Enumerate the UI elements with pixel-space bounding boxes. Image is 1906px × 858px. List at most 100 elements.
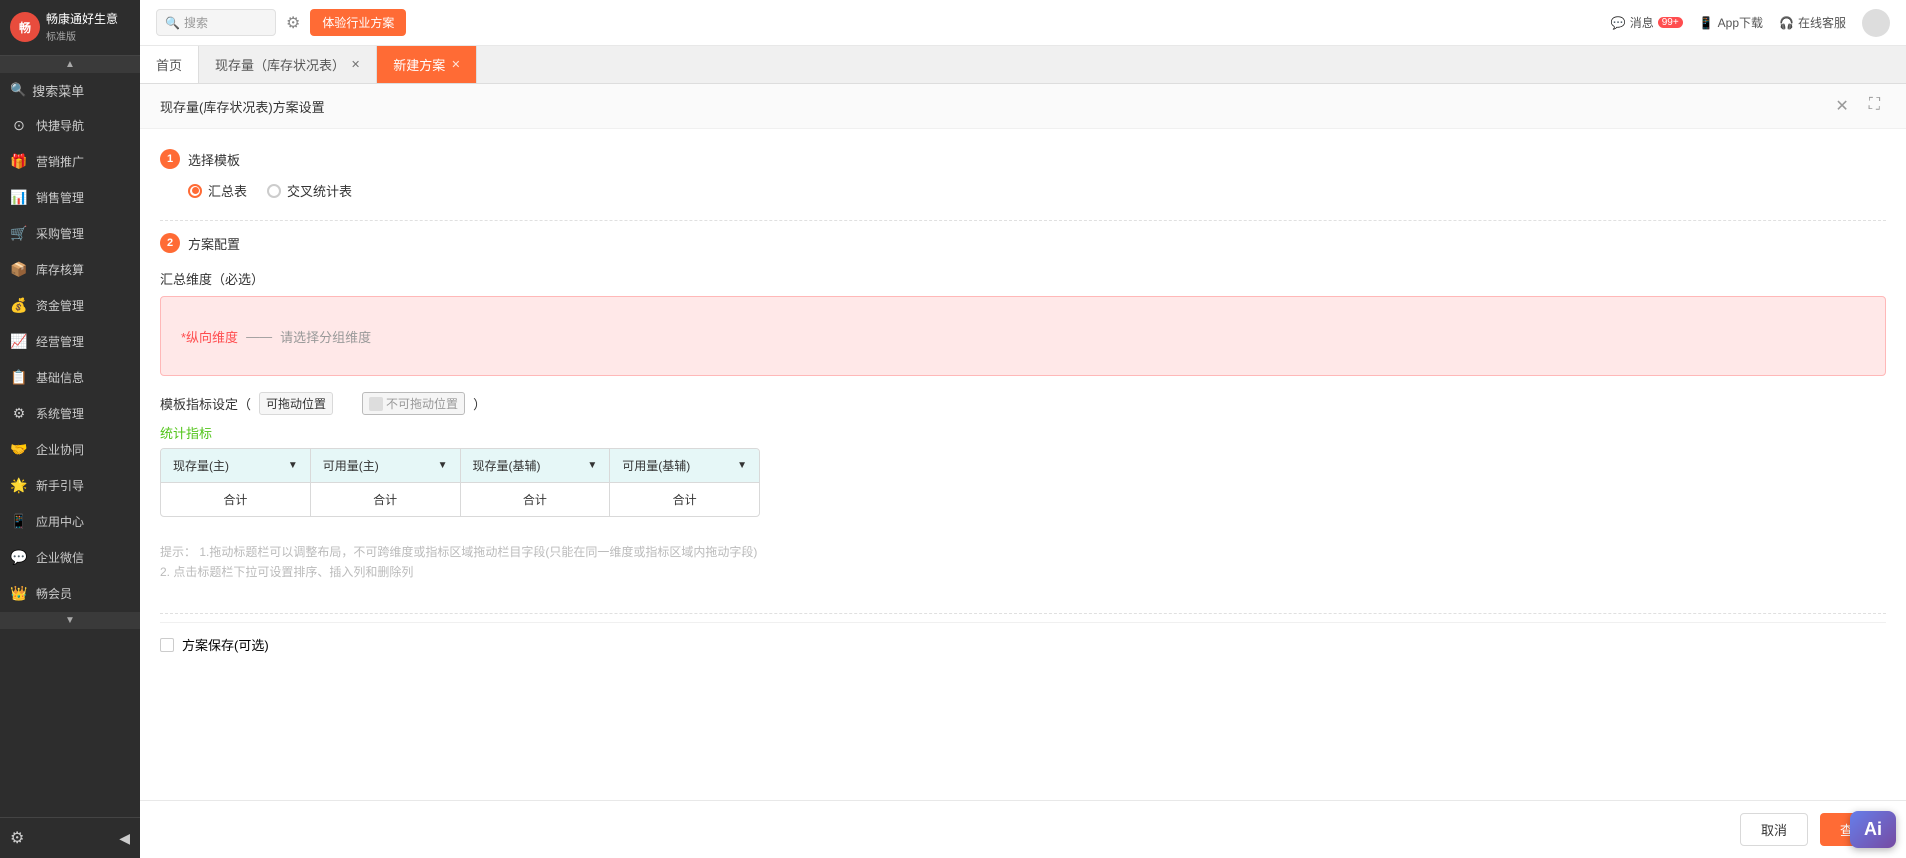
radio-cross[interactable]: 交叉统计表 (267, 181, 352, 200)
sidebar-item-wechat[interactable]: 💬 企业微信 (0, 540, 140, 576)
sidebar-item-label: 基础信息 (36, 369, 84, 386)
app-download-item[interactable]: 📱 App下载 (1699, 14, 1763, 31)
messages-item[interactable]: 💬 消息 99+ (1611, 14, 1683, 31)
sidebar-search-label: 搜索菜单 (32, 81, 84, 100)
non-draggable-label: 不可拖动位置 (386, 395, 458, 412)
sidebar-item-app-center[interactable]: 📱 应用中心 (0, 504, 140, 540)
sidebar-item-member[interactable]: 👑 畅会员 (0, 576, 140, 612)
stats-cell-3: 合计 (610, 483, 759, 516)
sidebar-item-operations[interactable]: 📈 经营管理 (0, 324, 140, 360)
ai-badge[interactable]: Ai (1850, 811, 1896, 848)
customer-service-item[interactable]: 🎧 在线客服 (1779, 14, 1846, 31)
sidebar-item-purchase[interactable]: 🛒 采购管理 (0, 216, 140, 252)
sidebar-item-finance[interactable]: 💰 资金管理 (0, 288, 140, 324)
stats-col-0-chevron[interactable]: ▼ (288, 460, 298, 471)
industry-btn[interactable]: 体验行业方案 (310, 9, 406, 36)
window-expand-icon[interactable]: ⛶ (1863, 94, 1886, 118)
save-option[interactable]: 方案保存(可选) (160, 622, 1886, 666)
money-icon: 💰 (10, 297, 28, 315)
step2-number: 2 (160, 233, 180, 253)
stats-data-row: 合计 合计 合计 合计 (161, 482, 759, 516)
topbar-right: 💬 消息 99+ 📱 App下载 🎧 在线客服 (1611, 9, 1890, 37)
sidebar-scroll-up[interactable]: ▲ (0, 56, 140, 73)
content-area: 现存量(库存状况表)方案设置 ✕ ⛶ 1 选择模板 汇总表 (140, 84, 1906, 800)
new-scheme-tab-close[interactable]: ✕ (451, 58, 460, 71)
save-checkbox[interactable] (160, 638, 174, 652)
new-scheme-tab-label: 新建方案 (393, 55, 445, 74)
tip-title: 提示： 1.拖动标题栏可以调整布局，不可跨维度或指标区域拖动栏目字段(只能在同一… (160, 543, 1886, 560)
handshake-icon: 🤝 (10, 441, 28, 459)
stats-col-2[interactable]: 现存量(基辅) ▼ (461, 449, 611, 482)
indicators-label: 模板指标设定（ 可拖动位置 不可拖动位置 ） (160, 392, 1886, 415)
search-icon: 🔍 (165, 16, 180, 30)
sidebar-item-marketing[interactable]: 🎁 营销推广 (0, 144, 140, 180)
radio-summary[interactable]: 汇总表 (188, 181, 247, 200)
sidebar-item-label: 畅会员 (36, 585, 72, 602)
sidebar-item-label: 快捷导航 (36, 117, 84, 134)
page-title: 现存量(库存状况表)方案设置 (160, 97, 325, 116)
sidebar-settings-icon[interactable]: ⚙ (10, 828, 24, 848)
stats-col-3[interactable]: 可用量(基辅) ▼ (610, 449, 759, 482)
sidebar-logo: 畅 畅康通好生意 标准版 (0, 0, 140, 56)
user-avatar[interactable] (1862, 9, 1890, 37)
sidebar-collapse-icon[interactable]: ◀ (119, 830, 130, 847)
sidebar-item-inventory[interactable]: 📦 库存核算 (0, 252, 140, 288)
radio-cross-label: 交叉统计表 (287, 181, 352, 200)
topbar-search-box[interactable]: 🔍 搜索 (156, 9, 276, 36)
dimension-area[interactable]: *纵向维度 —— 请选择分组维度 (160, 296, 1886, 376)
step1-number: 1 (160, 149, 180, 169)
list-icon: 📋 (10, 369, 28, 387)
cart-icon: 🛒 (10, 225, 28, 243)
stats-col-0[interactable]: 现存量(主) ▼ (161, 449, 311, 482)
stats-col-0-label: 现存量(主) (173, 457, 229, 474)
topbar-settings-icon[interactable]: ⚙ (286, 13, 300, 33)
indicators-close-bracket: ） (473, 394, 486, 413)
cancel-button[interactable]: 取消 (1740, 813, 1808, 846)
crown-icon: 👑 (10, 585, 28, 603)
star-icon: 🌟 (10, 477, 28, 495)
message-icon: 💬 (1611, 16, 1626, 30)
save-label: 方案保存(可选) (182, 635, 269, 654)
main-area: 🔍 搜索 ⚙ 体验行业方案 💬 消息 99+ 📱 App下载 🎧 在线客服 (140, 0, 1906, 858)
quick-nav-icon: ⊙ (10, 117, 28, 135)
window-close-icon[interactable]: ✕ (1829, 94, 1854, 118)
sidebar-item-system[interactable]: ⚙ 系统管理 (0, 396, 140, 432)
tab-new-scheme[interactable]: 新建方案 ✕ (377, 46, 477, 83)
app-logo-icon: 畅 (10, 12, 40, 42)
settings-icon: ⚙ (10, 405, 28, 423)
sidebar-item-enterprise[interactable]: 🤝 企业协同 (0, 432, 140, 468)
tip-title-text: 提示： (160, 545, 196, 559)
sidebar-item-basic-info[interactable]: 📋 基础信息 (0, 360, 140, 396)
stats-cell-0: 合计 (161, 483, 311, 516)
gift-icon: 🎁 (10, 153, 28, 171)
stats-col-2-chevron[interactable]: ▼ (587, 460, 597, 471)
sidebar-item-quick-nav[interactable]: ⊙ 快捷导航 (0, 108, 140, 144)
sidebar-scroll-down[interactable]: ▼ (0, 612, 140, 629)
sidebar-item-sales[interactable]: 📊 销售管理 (0, 180, 140, 216)
step2-title: 方案配置 (188, 234, 240, 253)
sidebar-item-label: 企业微信 (36, 549, 84, 566)
page-header: 现存量(库存状况表)方案设置 ✕ ⛶ (140, 84, 1906, 129)
stats-col-1-chevron[interactable]: ▼ (438, 460, 448, 471)
step2-header: 2 方案配置 (160, 233, 1886, 253)
tab-inventory-status[interactable]: 现存量（库存状况表） ✕ (199, 46, 377, 83)
dimension-label: 汇总维度（必选） (160, 269, 1886, 288)
template-options: 汇总表 交叉统计表 (160, 181, 1886, 200)
non-draggable-icon (369, 397, 383, 411)
app-name: 畅康通好生意 标准版 (46, 12, 118, 43)
inventory-tab-close[interactable]: ✕ (351, 58, 360, 71)
dimension-section: 汇总维度（必选） *纵向维度 —— 请选择分组维度 (160, 269, 1886, 376)
sidebar-item-guide[interactable]: 🌟 新手引导 (0, 468, 140, 504)
sidebar-search[interactable]: 🔍 搜索菜单 (0, 73, 140, 108)
stats-col-3-chevron[interactable]: ▼ (737, 460, 747, 471)
dimension-hint: 请选择分组维度 (280, 327, 371, 346)
chart-icon: 📊 (10, 189, 28, 207)
inventory-tab-label: 现存量（库存状况表） (215, 55, 345, 74)
topbar: 🔍 搜索 ⚙ 体验行业方案 💬 消息 99+ 📱 App下载 🎧 在线客服 (140, 0, 1906, 46)
messages-badge: 99+ (1658, 17, 1683, 28)
stats-col-1[interactable]: 可用量(主) ▼ (311, 449, 461, 482)
sidebar-item-label: 库存核算 (36, 261, 84, 278)
tab-home[interactable]: 首页 (140, 46, 199, 83)
footer: 取消 查询 (140, 800, 1906, 858)
search-placeholder: 搜索 (184, 14, 208, 31)
